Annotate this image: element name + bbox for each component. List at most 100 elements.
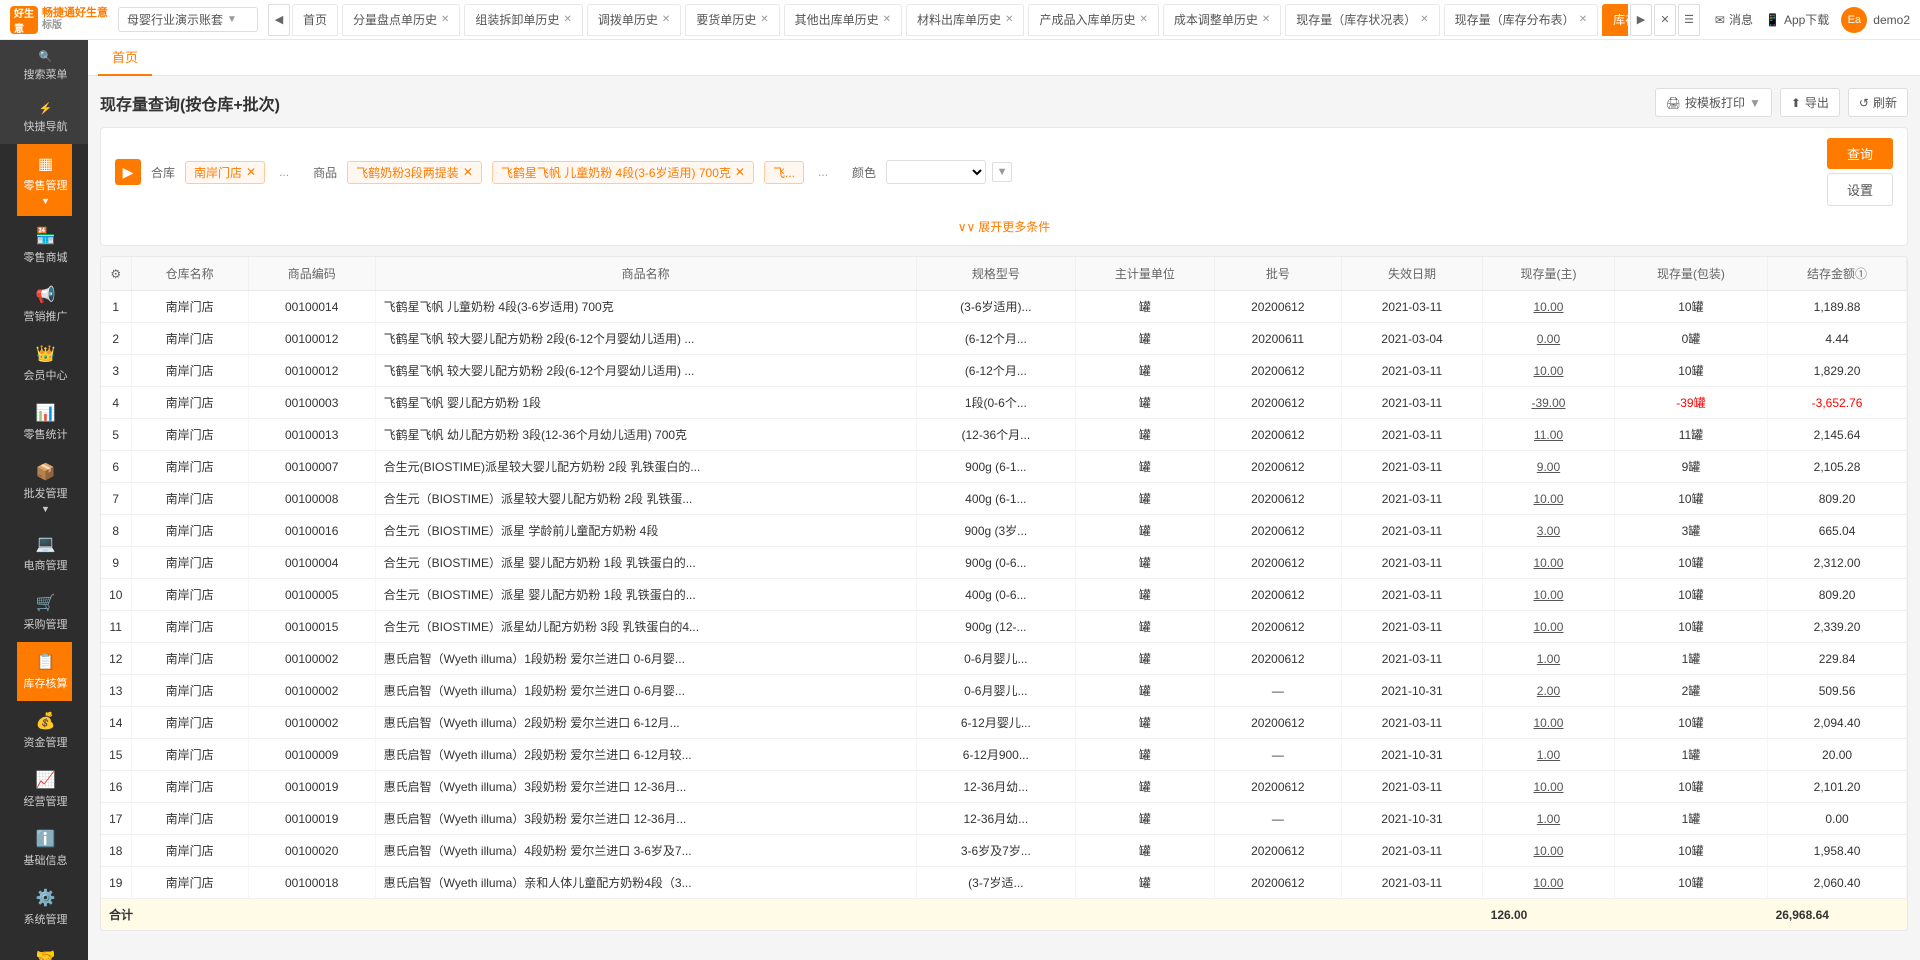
tab-scroll-right[interactable]: ▶	[1630, 4, 1652, 36]
tab-item-6[interactable]: 材料出库单历史✕	[906, 4, 1024, 36]
cell-qty-main[interactable]: 10.00	[1483, 547, 1615, 579]
cell-qty-main[interactable]: 3.00	[1483, 515, 1615, 547]
secondary-nav: 首页	[88, 40, 1920, 76]
tab-close-all[interactable]: ✕	[1654, 4, 1676, 36]
cell-qty-main[interactable]: 10.00	[1483, 835, 1615, 867]
export-btn[interactable]: ⬆ 导出	[1780, 88, 1840, 117]
cell-qty-main[interactable]: 1.00	[1483, 803, 1615, 835]
tab-item-3[interactable]: 调拨单历史✕	[587, 4, 681, 36]
sidebar-icon-5: 📦	[36, 462, 56, 482]
sidebar-item-5[interactable]: 📦 批发管理 ▼	[17, 452, 72, 524]
warehouse-tag[interactable]: 南岸门店 ✕	[185, 161, 265, 184]
tab-item-2[interactable]: 组装拆卸单历史✕	[464, 4, 582, 36]
sidebar-item-1[interactable]: 🏪 零售商城	[17, 216, 72, 275]
cell-warehouse: 南岸门店	[131, 867, 248, 899]
tab-scroll-left[interactable]: ◀	[268, 4, 290, 36]
col-batch: 批号	[1214, 257, 1341, 291]
nav-home[interactable]: 首页	[98, 40, 152, 76]
cell-spec: (12-36个月...	[916, 419, 1075, 451]
cell-qty-main[interactable]: -39.00	[1483, 387, 1615, 419]
tab-close-btn[interactable]: ✕	[1139, 14, 1147, 25]
sidebar-item-11[interactable]: ℹ️ 基础信息	[17, 819, 72, 878]
cell-qty-main[interactable]: 0.00	[1483, 323, 1615, 355]
sidebar-item-8[interactable]: 📋 库存核算	[17, 642, 72, 701]
cell-qty-main[interactable]: 9.00	[1483, 451, 1615, 483]
sidebar-item-4[interactable]: 📊 零售统计	[17, 393, 72, 452]
sidebar-item-13[interactable]: 🤝 企业协同	[17, 937, 72, 960]
cell-qty-pkg: 1罐	[1614, 739, 1767, 771]
cell-spec: 3-6岁及7岁...	[916, 835, 1075, 867]
cell-qty-main[interactable]: 10.00	[1483, 291, 1615, 323]
tab-item-8[interactable]: 成本调整单历史✕	[1163, 4, 1281, 36]
expand-more-btn[interactable]: ∨∨ 展开更多条件	[958, 218, 1051, 235]
app-download-btn[interactable]: 📱 App下载	[1765, 11, 1829, 28]
print-template-btn[interactable]: 🖨 按模板打印 ▼	[1655, 88, 1772, 117]
user-area[interactable]: Ea demo2	[1841, 7, 1910, 33]
tab-menu[interactable]: ☰	[1678, 4, 1700, 36]
cell-qty-main[interactable]: 10.00	[1483, 579, 1615, 611]
warehouse-tag-close[interactable]: ✕	[246, 165, 256, 179]
warehouse-more-dots[interactable]: ...	[275, 165, 293, 179]
tab-close-btn[interactable]: ✕	[1579, 14, 1587, 25]
color-select[interactable]	[886, 160, 986, 184]
tab-close-btn[interactable]: ✕	[1420, 14, 1428, 25]
tab-close-btn[interactable]: ✕	[563, 14, 571, 25]
cell-qty-main[interactable]: 2.00	[1483, 675, 1615, 707]
cell-qty-main[interactable]: 10.00	[1483, 611, 1615, 643]
tab-item-9[interactable]: 现存量（库存状况表）✕	[1285, 4, 1439, 36]
tab-item-11[interactable]: 库存批次账✕	[1602, 4, 1628, 36]
filter-collapse-btn[interactable]: ▼	[992, 162, 1012, 182]
tab-close-btn[interactable]: ✕	[662, 14, 670, 25]
sidebar-icon-7: 🛒	[36, 593, 56, 613]
sidebar-item-2[interactable]: 📢 营销推广	[17, 275, 72, 334]
tab-item-5[interactable]: 其他出库单历史✕	[784, 4, 902, 36]
product-tag-2-close[interactable]: ✕	[735, 165, 745, 179]
sidebar-item-0[interactable]: ▦ 零售管理 ▼	[17, 144, 72, 216]
cell-qty-pkg: 1罐	[1614, 643, 1767, 675]
cell-qty-main[interactable]: 10.00	[1483, 483, 1615, 515]
tab-close-btn[interactable]: ✕	[883, 14, 891, 25]
cell-qty-main[interactable]: 1.00	[1483, 739, 1615, 771]
search-menu-item[interactable]: 🔍 搜索菜单	[0, 40, 88, 92]
tab-item-1[interactable]: 分量盘点单历史✕	[342, 4, 460, 36]
cell-qty-main[interactable]: 10.00	[1483, 867, 1615, 899]
product-tag-more[interactable]: 飞...	[764, 161, 804, 184]
sidebar-item-9[interactable]: 💰 资金管理	[17, 701, 72, 760]
quick-nav-item[interactable]: ⚡ 快捷导航	[0, 92, 88, 144]
sidebar-label-12: 系统管理	[24, 911, 68, 927]
filter-expand-btn[interactable]: ▶	[115, 159, 141, 185]
cell-qty-main[interactable]: 10.00	[1483, 707, 1615, 739]
cell-no: 8	[101, 515, 131, 547]
tab-item-4[interactable]: 要货单历史✕	[685, 4, 779, 36]
sidebar-item-7[interactable]: 🛒 采购管理	[17, 583, 72, 642]
refresh-btn[interactable]: ↺ 刷新	[1848, 88, 1908, 117]
tab-item-10[interactable]: 现存量（库存分布表）✕	[1444, 4, 1598, 36]
sidebar-item-12[interactable]: ⚙️ 系统管理	[17, 878, 72, 937]
product-tag-1[interactable]: 飞鹤奶粉3段两提装 ✕	[347, 161, 482, 184]
setting-btn[interactable]: 设置	[1827, 173, 1893, 206]
cell-qty-main[interactable]: 10.00	[1483, 771, 1615, 803]
product-tag-2[interactable]: 飞鹤星飞帆 儿童奶粉 4段(3-6岁适用) 700克 ✕	[492, 161, 754, 184]
cell-expire: 2021-03-11	[1341, 707, 1482, 739]
message-btn[interactable]: ✉ 消息	[1715, 11, 1753, 28]
sidebar-item-6[interactable]: 💻 电商管理	[17, 524, 72, 583]
col-settings[interactable]: ⚙	[101, 257, 131, 291]
tab-item-7[interactable]: 产成品入库单历史✕	[1028, 4, 1158, 36]
cell-unit: 罐	[1075, 643, 1214, 675]
tab-close-btn[interactable]: ✕	[760, 14, 768, 25]
cell-qty-main[interactable]: 1.00	[1483, 643, 1615, 675]
account-dropdown[interactable]: 母婴行业演示账套 ▼	[118, 7, 258, 32]
tab-close-btn[interactable]: ✕	[1005, 14, 1013, 25]
sidebar-item-3[interactable]: 👑 会员中心	[17, 334, 72, 393]
query-btn[interactable]: 查询	[1827, 138, 1893, 169]
tab-close-btn[interactable]: ✕	[1262, 14, 1270, 25]
product-more-dots[interactable]: ...	[814, 165, 832, 179]
tab-close-btn[interactable]: ✕	[441, 14, 449, 25]
sidebar-item-10[interactable]: 📈 经营管理	[17, 760, 72, 819]
cell-qty-main[interactable]: 10.00	[1483, 355, 1615, 387]
cell-name: 惠氏启智（Wyeth illuma）4段奶粉 爱尔兰进口 3-6岁及7...	[375, 835, 916, 867]
cell-qty-main[interactable]: 11.00	[1483, 419, 1615, 451]
tab-item-0[interactable]: 首页	[292, 4, 338, 36]
product-tag-1-close[interactable]: ✕	[463, 165, 473, 179]
cell-spec: 0-6月婴儿...	[916, 643, 1075, 675]
